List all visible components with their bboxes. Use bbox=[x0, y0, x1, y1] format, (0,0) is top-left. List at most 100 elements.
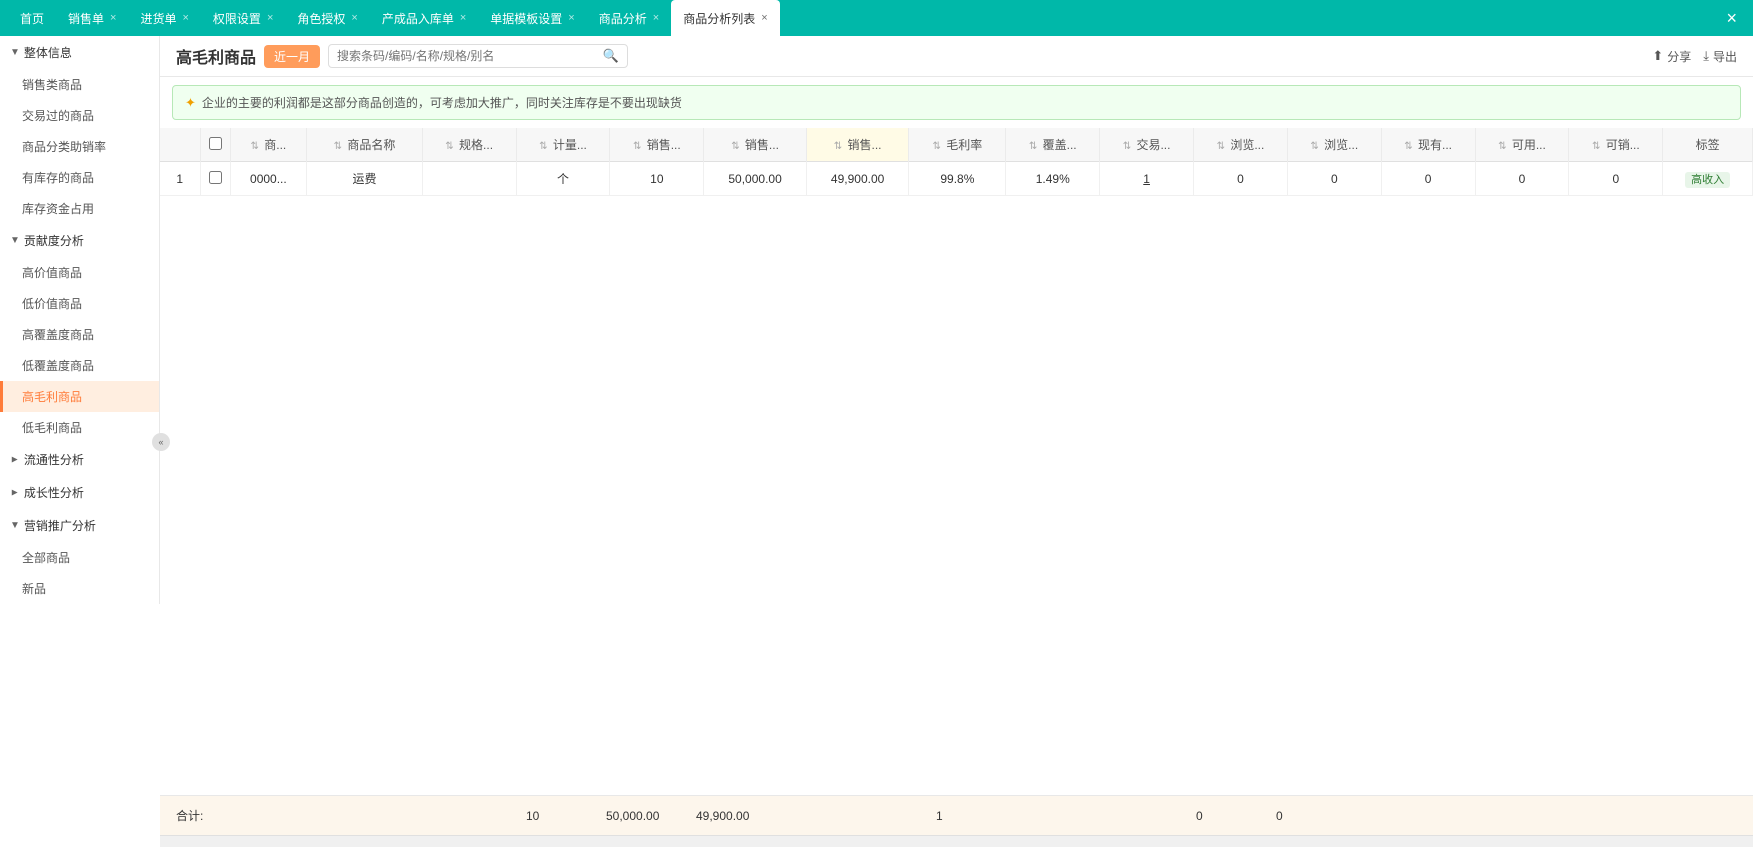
sidebar-item-all-goods[interactable]: 全部商品 bbox=[0, 542, 159, 573]
col-sale3[interactable]: ⇅ 销售... bbox=[806, 128, 909, 162]
close-icon[interactable]: × bbox=[460, 12, 466, 24]
cell-coverage: 1.49% bbox=[1006, 162, 1100, 196]
nav-goods-analysis[interactable]: 商品分析 × bbox=[587, 0, 671, 36]
col-name[interactable]: ⇅ 商品名称 bbox=[307, 128, 422, 162]
nav-goods-analysis-list[interactable]: 商品分析列表 × bbox=[671, 0, 779, 36]
cell-browse2: 0 bbox=[1287, 162, 1381, 196]
sidebar-item-high-value[interactable]: 高价值商品 bbox=[0, 257, 159, 288]
filter-month-button[interactable]: 近一月 bbox=[264, 45, 320, 68]
nav-role[interactable]: 角色授权 × bbox=[285, 0, 369, 36]
share-button[interactable]: ⬆ 分享 bbox=[1652, 48, 1691, 65]
collapse-sidebar-button[interactable]: « bbox=[152, 433, 170, 451]
sidebar-item-new-goods[interactable]: 新品 bbox=[0, 573, 159, 604]
col-stock3[interactable]: ⇅ 可销... bbox=[1569, 128, 1663, 162]
chevron-down-icon: ▼ bbox=[10, 47, 20, 58]
sidebar-section-flow[interactable]: ▼ 流通性分析 bbox=[0, 443, 159, 476]
nav-purchase[interactable]: 进货单 × bbox=[128, 0, 200, 36]
sidebar: ▼ 整体信息 销售类商品 交易过的商品 商品分类助销率 有库存的商品 库存资金占… bbox=[0, 36, 160, 604]
nav-home[interactable]: 首页 bbox=[8, 0, 56, 36]
select-all-checkbox[interactable] bbox=[209, 137, 222, 150]
content-area: 高毛利商品 近一月 🔍 ⬆ 分享 ⤓ 导出 ✦ 企业的主要的利润都是这部分商品创… bbox=[160, 36, 1753, 847]
cell-spec bbox=[422, 162, 516, 196]
sidebar-section-general[interactable]: ▼ 整体信息 bbox=[0, 36, 159, 69]
cell-sale2: 50,000.00 bbox=[704, 162, 807, 196]
footer-trade: 1 bbox=[936, 809, 1016, 823]
info-icon: ✦ bbox=[185, 95, 196, 111]
search-icon[interactable]: 🔍 bbox=[603, 48, 619, 64]
sidebar-item-category-rate[interactable]: 商品分类助销率 bbox=[0, 131, 159, 162]
sidebar-item-traded-goods[interactable]: 交易过的商品 bbox=[0, 100, 159, 131]
col-browse2[interactable]: ⇅ 浏览... bbox=[1287, 128, 1381, 162]
sidebar-item-low-margin[interactable]: 低毛利商品 bbox=[0, 412, 159, 443]
cell-margin: 99.8% bbox=[909, 162, 1006, 196]
nav-product-in[interactable]: 产成品入库单 × bbox=[370, 0, 478, 36]
horizontal-scrollbar[interactable] bbox=[160, 835, 1753, 847]
sort-icon: ⇅ bbox=[445, 141, 453, 152]
close-icon[interactable]: × bbox=[653, 12, 659, 24]
export-icon: ⤓ bbox=[1703, 48, 1709, 64]
close-all-button[interactable]: × bbox=[1718, 8, 1745, 29]
col-sale2[interactable]: ⇅ 销售... bbox=[704, 128, 807, 162]
search-input[interactable] bbox=[337, 49, 603, 63]
cell-stock2: 0 bbox=[1475, 162, 1569, 196]
col-margin[interactable]: ⇅ 毛利率 bbox=[909, 128, 1006, 162]
close-icon[interactable]: × bbox=[761, 12, 767, 24]
cell-browse1: 0 bbox=[1194, 162, 1288, 196]
close-icon[interactable]: × bbox=[568, 12, 574, 24]
sidebar-section-contribution[interactable]: ▼ 贡献度分析 bbox=[0, 224, 159, 257]
footer-sale3: 49,900.00 bbox=[696, 809, 786, 823]
cell-sale3: 49,900.00 bbox=[806, 162, 909, 196]
sidebar-section-marketing[interactable]: ▼ 营销推广分析 bbox=[0, 509, 159, 542]
sort-icon: ⇅ bbox=[1498, 141, 1506, 152]
sort-icon: ⇅ bbox=[334, 141, 342, 152]
top-navigation: 首页 销售单 × 进货单 × 权限设置 × 角色授权 × 产成品入库单 × 单据… bbox=[0, 0, 1753, 36]
col-stock2[interactable]: ⇅ 可用... bbox=[1475, 128, 1569, 162]
sort-icon: ⇅ bbox=[1217, 141, 1225, 152]
trade-link[interactable]: 1 bbox=[1143, 172, 1150, 186]
sidebar-item-low-coverage[interactable]: 低覆盖度商品 bbox=[0, 350, 159, 381]
data-table-wrapper: ⇅ 商... ⇅ 商品名称 ⇅ 规格... ⇅ bbox=[160, 128, 1753, 795]
sidebar-item-sales-goods[interactable]: 销售类商品 bbox=[0, 69, 159, 100]
sidebar-item-high-margin[interactable]: 高毛利商品 bbox=[0, 381, 159, 412]
sidebar-item-in-stock[interactable]: 有库存的商品 bbox=[0, 162, 159, 193]
cell-name[interactable]: 运费 bbox=[307, 162, 422, 196]
cell-stock1: 0 bbox=[1381, 162, 1475, 196]
sort-icon: ⇅ bbox=[731, 141, 739, 152]
col-spec[interactable]: ⇅ 规格... bbox=[422, 128, 516, 162]
row-checkbox[interactable] bbox=[209, 171, 222, 184]
cell-checkbox[interactable] bbox=[200, 162, 230, 196]
footer-total-row: 合计: 10 50,000.00 49,900.00 1 0 0 bbox=[160, 795, 1753, 835]
export-button[interactable]: ⤓ 导出 bbox=[1703, 48, 1737, 65]
cell-sale1: 10 bbox=[610, 162, 704, 196]
col-trade[interactable]: ⇅ 交易... bbox=[1100, 128, 1194, 162]
close-icon[interactable]: × bbox=[182, 12, 188, 24]
sidebar-item-low-value[interactable]: 低价值商品 bbox=[0, 288, 159, 319]
nav-permission[interactable]: 权限设置 × bbox=[201, 0, 285, 36]
col-code[interactable]: ⇅ 商... bbox=[230, 128, 307, 162]
content-header: 高毛利商品 近一月 🔍 ⬆ 分享 ⤓ 导出 bbox=[160, 36, 1753, 77]
sidebar-section-growth[interactable]: ▼ 成长性分析 bbox=[0, 476, 159, 509]
info-banner: ✦ 企业的主要的利润都是这部分商品创造的，可考虑加大推广，同时关注库存是不要出现… bbox=[172, 85, 1741, 120]
sidebar-item-stock-capital[interactable]: 库存资金占用 bbox=[0, 193, 159, 224]
sort-icon: ⇅ bbox=[1310, 141, 1318, 152]
close-icon[interactable]: × bbox=[351, 12, 357, 24]
col-tag[interactable]: 标签 bbox=[1663, 128, 1753, 162]
cell-index: 1 bbox=[160, 162, 200, 196]
cell-stock3: 0 bbox=[1569, 162, 1663, 196]
nav-sales[interactable]: 销售单 × bbox=[56, 0, 128, 36]
close-icon[interactable]: × bbox=[110, 12, 116, 24]
sort-icon: ⇅ bbox=[1029, 141, 1037, 152]
col-stock1[interactable]: ⇅ 现有... bbox=[1381, 128, 1475, 162]
close-icon[interactable]: × bbox=[267, 12, 273, 24]
cell-code[interactable]: 0000... bbox=[230, 162, 307, 196]
sidebar-item-high-coverage[interactable]: 高覆盖度商品 bbox=[0, 319, 159, 350]
col-sale1[interactable]: ⇅ 销售... bbox=[610, 128, 704, 162]
col-coverage[interactable]: ⇅ 覆盖... bbox=[1006, 128, 1100, 162]
col-unit[interactable]: ⇅ 计量... bbox=[516, 128, 610, 162]
sort-icon: ⇅ bbox=[933, 141, 941, 152]
page-title: 高毛利商品 bbox=[176, 44, 256, 68]
chevron-down-icon: ▼ bbox=[10, 520, 20, 531]
nav-template[interactable]: 单据模板设置 × bbox=[478, 0, 586, 36]
col-browse1[interactable]: ⇅ 浏览... bbox=[1194, 128, 1288, 162]
sort-icon: ⇅ bbox=[633, 141, 641, 152]
